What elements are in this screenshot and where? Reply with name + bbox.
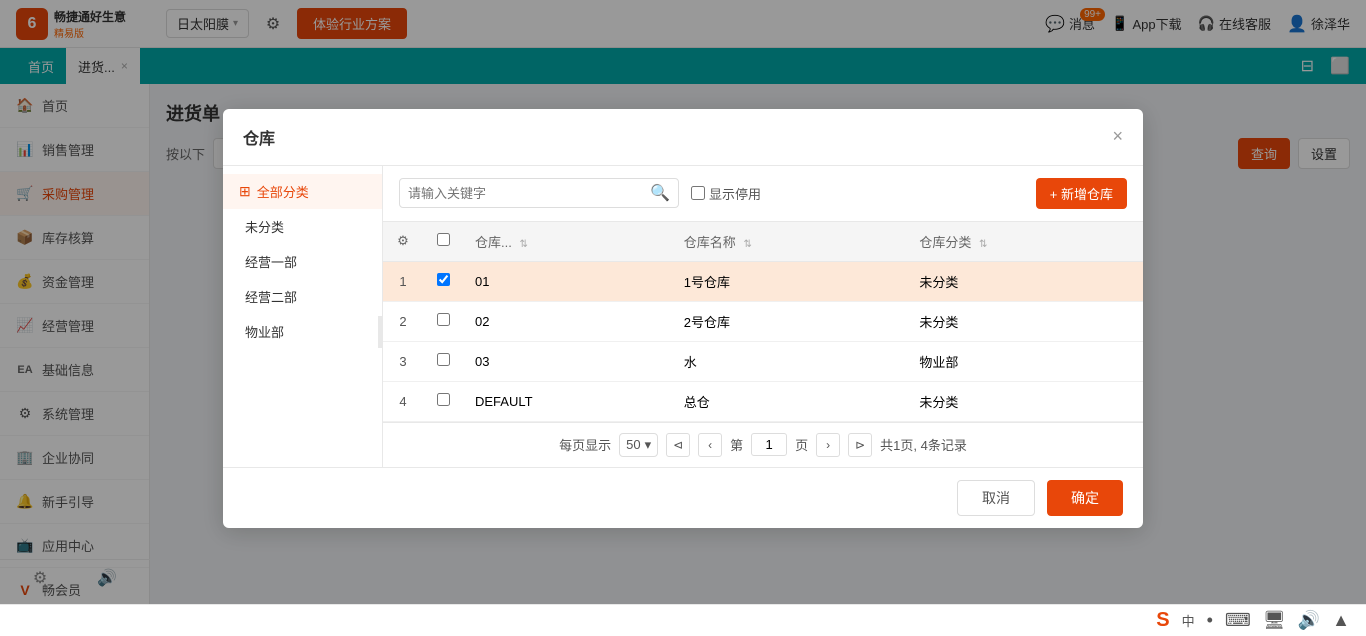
row-number: 3 [383,341,423,381]
bottom-icon-lang[interactable]: 中 [1182,611,1195,630]
row-category-cell: 物业部 [907,341,1143,381]
warehouse-table: ⚙ 仓库... ⇅ 仓库名称 [383,222,1143,422]
row-checkbox-cell [423,261,463,301]
search-box: 🔍 [399,178,679,208]
row-name-cell: 总仓 [672,381,908,421]
warehouse-table-wrap: ⚙ 仓库... ⇅ 仓库名称 [383,222,1143,422]
row-name-cell: 水 [672,341,908,381]
bottom-icon-dot[interactable]: • [1207,610,1213,631]
last-page-btn[interactable]: ⊳ [848,433,872,457]
arrow-up-icon[interactable]: ▲ [1332,610,1350,631]
add-warehouse-btn[interactable]: + 新增仓库 [1036,178,1127,209]
modal-close-btn[interactable]: × [1112,126,1123,147]
show-disabled-label[interactable]: 显示停用 [691,184,761,203]
category-operations-2[interactable]: 经营二部 [223,279,382,314]
modal-overlay[interactable]: 仓库 × ⊞ 全部分类 未分类 经营一部 [0,0,1366,636]
modal-category-panel: ⊞ 全部分类 未分类 经营一部 经营二部 物业部 [223,166,383,467]
row-checkbox-cell [423,301,463,341]
modal-body: ⊞ 全部分类 未分类 经营一部 经营二部 物业部 [223,166,1143,467]
category-property[interactable]: 物业部 [223,314,382,349]
row-checkbox[interactable] [437,313,450,326]
warehouse-modal: 仓库 × ⊞ 全部分类 未分类 经营一部 [223,109,1143,528]
row-name-cell: 1号仓库 [672,261,908,301]
speaker-icon[interactable]: 🔊 [1298,610,1320,631]
bottom-bar: S 中 • ⌨ 🖥 🔊 ▲ [0,604,1366,636]
row-checkbox[interactable] [437,393,450,406]
row-number: 1 [383,261,423,301]
next-page-btn[interactable]: › [816,433,840,457]
panel-collapse-btn[interactable]: 《 [378,316,383,348]
row-checkbox[interactable] [437,353,450,366]
table-row[interactable]: 2 02 2号仓库 未分类 [383,301,1143,341]
modal-footer: 取消 确定 [223,467,1143,528]
row-category-cell: 未分类 [907,261,1143,301]
row-checkbox-cell [423,381,463,421]
col-header-code: 仓库... ⇅ [463,222,672,262]
sort-name-icon[interactable]: ⇅ [743,239,751,250]
first-page-btn[interactable]: ⊲ [666,433,690,457]
category-operations-1[interactable]: 经营一部 [223,244,382,279]
modal-header: 仓库 × [223,109,1143,166]
row-code-cell: 02 [463,301,672,341]
table-row[interactable]: 1 01 1号仓库 未分类 [383,261,1143,301]
monitor-icon[interactable]: 🖥 [1263,610,1286,631]
table-row[interactable]: 4 DEFAULT 总仓 未分类 [383,381,1143,421]
sort-category-icon[interactable]: ⇅ [979,239,987,250]
per-page-select[interactable]: 50 ▾ [619,433,658,457]
col-header-category: 仓库分类 ⇅ [907,222,1143,262]
table-header-row: ⚙ 仓库... ⇅ 仓库名称 [383,222,1143,262]
select-all-checkbox[interactable] [437,233,450,246]
cancel-btn[interactable]: 取消 [957,480,1035,516]
search-icon[interactable]: 🔍 [650,183,670,203]
row-number: 4 [383,381,423,421]
row-code-cell: 01 [463,261,672,301]
category-all[interactable]: ⊞ 全部分类 [223,174,382,209]
modal-right-panel: 🔍 显示停用 + 新增仓库 ⚙ [383,166,1143,467]
row-category-cell: 未分类 [907,301,1143,341]
category-all-icon: ⊞ [239,183,251,200]
modal-title: 仓库 [243,125,275,149]
modal-pagination: 每页显示 50 ▾ ⊲ ‹ 第 页 › [383,422,1143,467]
col-header-name: 仓库名称 ⇅ [672,222,908,262]
show-disabled-checkbox[interactable] [691,186,705,200]
col-header-cb [423,222,463,262]
bottom-icon-s[interactable]: S [1156,609,1169,632]
row-number: 2 [383,301,423,341]
keyboard-icon[interactable]: ⌨ [1225,610,1251,631]
row-category-cell: 未分类 [907,381,1143,421]
page-number-input[interactable] [751,433,787,456]
row-code-cell: DEFAULT [463,381,672,421]
prev-page-btn[interactable]: ‹ [698,433,722,457]
table-row[interactable]: 3 03 水 物业部 [383,341,1143,381]
search-input[interactable] [408,186,650,201]
row-code-cell: 03 [463,341,672,381]
category-unclassified[interactable]: 未分类 [223,209,382,244]
col-header-gear: ⚙ [383,222,423,262]
row-checkbox[interactable] [437,273,450,286]
warehouse-table-body: 1 01 1号仓库 未分类 2 02 2号仓库 未分类 3 03 水 物业部 4… [383,261,1143,421]
confirm-btn[interactable]: 确定 [1047,480,1123,516]
sort-code-icon[interactable]: ⇅ [519,239,527,250]
row-checkbox-cell [423,341,463,381]
modal-toolbar: 🔍 显示停用 + 新增仓库 [383,166,1143,222]
row-name-cell: 2号仓库 [672,301,908,341]
